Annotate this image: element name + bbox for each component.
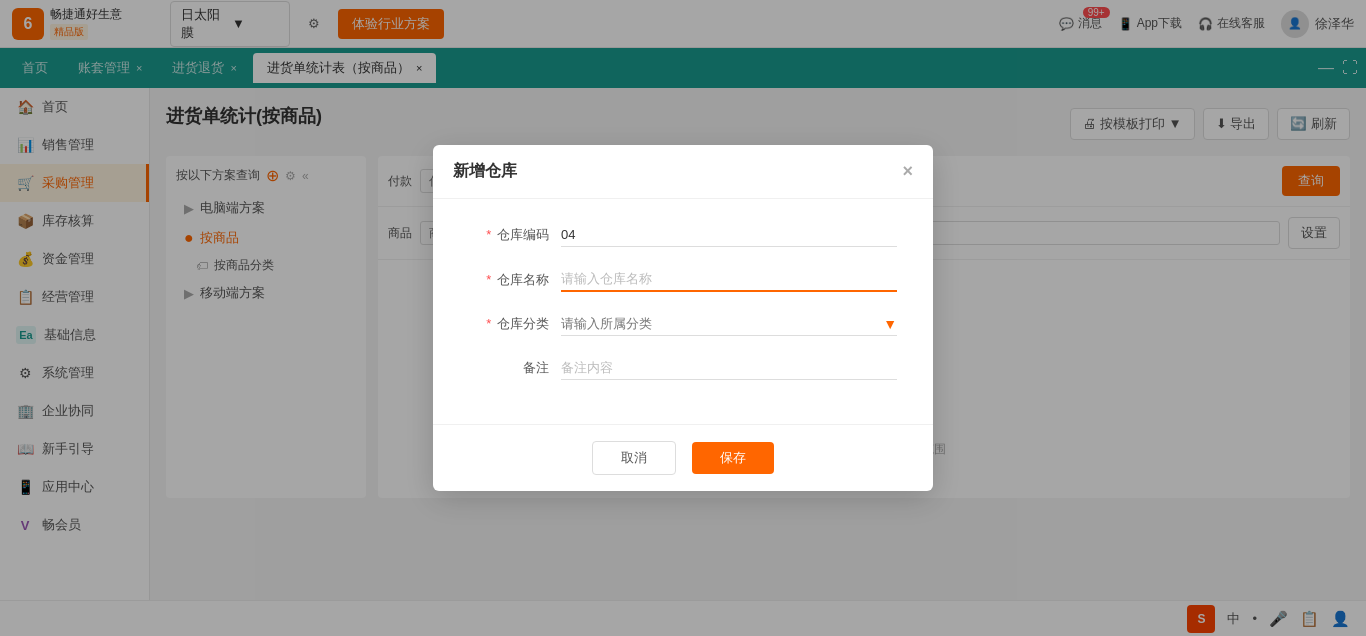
name-input[interactable] bbox=[561, 267, 897, 292]
note-input[interactable] bbox=[561, 356, 897, 380]
category-input[interactable] bbox=[561, 312, 883, 335]
cancel-btn[interactable]: 取消 bbox=[592, 441, 676, 475]
modal-close-btn[interactable]: × bbox=[902, 161, 913, 182]
category-select-wrap: ▼ bbox=[561, 312, 897, 336]
note-label: 备注 bbox=[469, 359, 549, 377]
form-item-name: * 仓库名称 bbox=[469, 267, 897, 292]
name-label: * 仓库名称 bbox=[469, 271, 549, 289]
form-item-code: * 仓库编码 bbox=[469, 223, 897, 247]
category-label: * 仓库分类 bbox=[469, 315, 549, 333]
modal-body: * 仓库编码 * 仓库名称 * 仓库分类 bbox=[433, 199, 933, 424]
save-btn[interactable]: 保存 bbox=[692, 442, 774, 474]
form-item-note: 备注 bbox=[469, 356, 897, 380]
code-input[interactable] bbox=[561, 223, 897, 247]
modal-footer: 取消 保存 bbox=[433, 424, 933, 491]
category-dropdown-icon[interactable]: ▼ bbox=[883, 316, 897, 332]
modal-add-warehouse: 新增仓库 × * 仓库编码 * 仓库名称 bbox=[433, 145, 933, 491]
form-item-category: * 仓库分类 ▼ bbox=[469, 312, 897, 336]
code-label: * 仓库编码 bbox=[469, 226, 549, 244]
modal-header: 新增仓库 × bbox=[433, 145, 933, 199]
modal-title: 新增仓库 bbox=[453, 161, 517, 182]
modal-overlay: 新增仓库 × * 仓库编码 * 仓库名称 bbox=[0, 0, 1366, 636]
